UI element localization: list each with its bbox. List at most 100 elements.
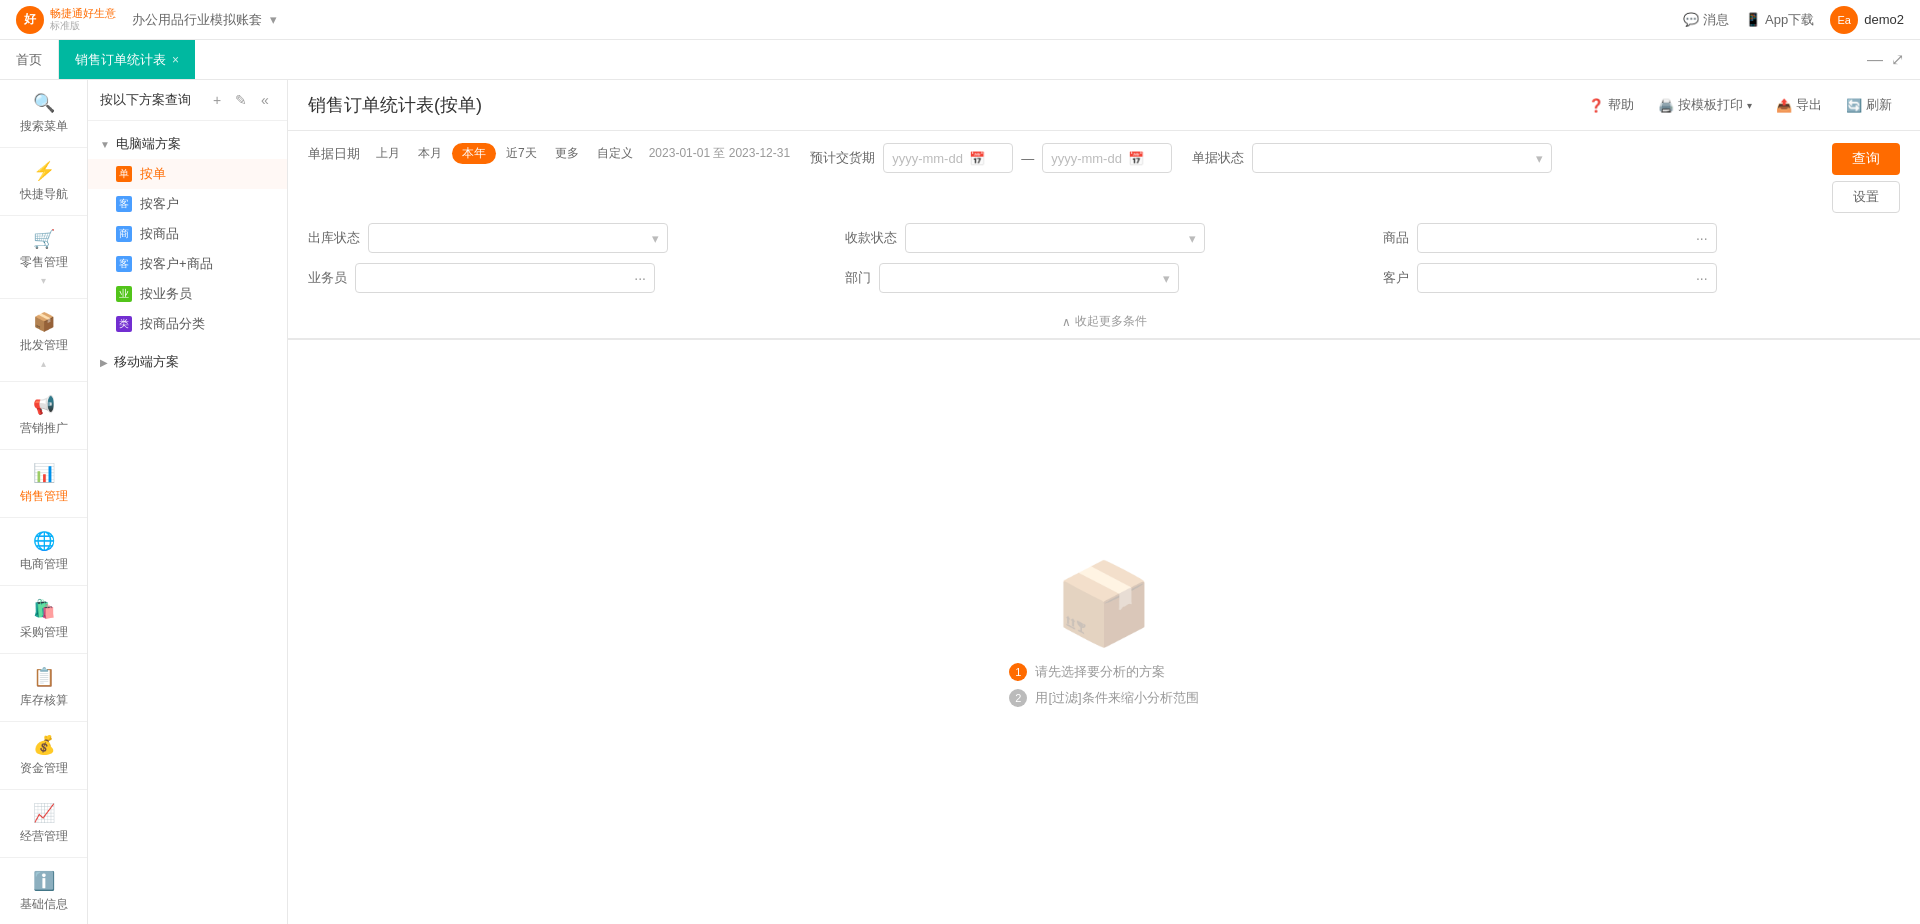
date-shortcut-this-year[interactable]: 本年 bbox=[452, 143, 496, 164]
product-label: 商品 bbox=[1383, 229, 1409, 247]
sidebar-item-inventory[interactable]: 📋 库存核算 bbox=[0, 654, 87, 722]
customer-label: 客户 bbox=[1383, 269, 1409, 287]
refresh-button[interactable]: 🔄 刷新 bbox=[1838, 92, 1900, 118]
status-label: 单据状态 bbox=[1192, 149, 1244, 167]
sidebar-item-purchase[interactable]: 🛍️ 采购管理 bbox=[0, 586, 87, 654]
app-download-button[interactable]: 📱 App下载 bbox=[1745, 11, 1814, 29]
tab-close-button[interactable]: × bbox=[172, 53, 179, 67]
sidebar-item-marketing[interactable]: 📢 营销推广 bbox=[0, 382, 87, 450]
message-button[interactable]: 💬 消息 bbox=[1683, 11, 1729, 29]
download-icon: 📱 bbox=[1745, 12, 1761, 27]
date-range-display: 2023-01-01 至 2023-12-31 bbox=[649, 145, 790, 162]
status-select[interactable]: ▾ bbox=[1252, 143, 1552, 173]
user-name: demo2 bbox=[1864, 12, 1904, 27]
collapse-icon: ∧ bbox=[1062, 315, 1071, 329]
sidebar-item-ecommerce[interactable]: 🌐 电商管理 bbox=[0, 518, 87, 586]
query-button[interactable]: 查询 bbox=[1832, 143, 1900, 175]
salesperson-label: 业务员 bbox=[308, 269, 347, 287]
salesperson-more-icon[interactable]: ··· bbox=[634, 270, 646, 286]
department-filter-group: 部门 ▾ bbox=[845, 263, 1362, 293]
pc-scheme-header[interactable]: ▼ 电脑端方案 bbox=[88, 129, 287, 159]
refresh-icon: 🔄 bbox=[1846, 98, 1862, 113]
receipt-status-select[interactable]: ▾ bbox=[905, 223, 1205, 253]
sidebar-item-wholesale[interactable]: 📦 批发管理 ▴ bbox=[0, 299, 87, 382]
sidebar: 🔍 搜索菜单 ⚡ 快捷导航 🛒 零售管理 ▾ 📦 批发管理 ▴ 📢 营销推广 📊… bbox=[0, 80, 88, 924]
print-button[interactable]: 🖨️ 按模板打印 ▾ bbox=[1650, 92, 1760, 118]
collapse-panel-button[interactable]: « bbox=[255, 90, 275, 110]
sidebar-item-retail[interactable]: 🛒 零售管理 ▾ bbox=[0, 216, 87, 299]
date-shortcut-custom[interactable]: 自定义 bbox=[589, 143, 641, 164]
scheme-label-by-product: 按商品 bbox=[140, 225, 179, 243]
product-more-icon[interactable]: ··· bbox=[1696, 230, 1708, 246]
page-header: 销售订单统计表(按单) ❓ 帮助 🖨️ 按模板打印 ▾ 📤 导出 bbox=[288, 80, 1920, 131]
filter-row-3: 业务员 ··· 部门 ▾ bbox=[308, 263, 1900, 293]
date-shortcut-this-month[interactable]: 本月 bbox=[410, 143, 450, 164]
scheme-item-by-customer-product[interactable]: 客 按客户+商品 bbox=[88, 249, 287, 279]
scheme-label-by-customer-product: 按客户+商品 bbox=[140, 255, 213, 273]
export-button[interactable]: 📤 导出 bbox=[1768, 92, 1830, 118]
print-icon: 🖨️ bbox=[1658, 98, 1674, 113]
customer-select[interactable]: ··· bbox=[1417, 263, 1717, 293]
scheme-item-by-customer[interactable]: 客 按客户 bbox=[88, 189, 287, 219]
empty-state: 📦 1 请先选择要分析的方案 2 用[过滤]条件来缩小分析范围 bbox=[288, 340, 1920, 924]
operations-icon: 📈 bbox=[33, 802, 55, 824]
help-button[interactable]: ❓ 帮助 bbox=[1580, 92, 1642, 118]
tab-home[interactable]: 首页 bbox=[0, 40, 59, 79]
expected-date-end[interactable]: yyyy-mm-dd 📅 bbox=[1042, 143, 1172, 173]
sidebar-item-basic[interactable]: ℹ️ 基础信息 bbox=[0, 858, 87, 924]
content-area: 按以下方案查询 + ✎ « ▼ 电脑端方案 单 按单 客 按客户 bbox=[88, 80, 1920, 924]
tabbar: 首页 销售订单统计表 × — ⤢ bbox=[0, 40, 1920, 80]
user-area[interactable]: Ea demo2 bbox=[1830, 6, 1904, 34]
sidebar-item-sales[interactable]: 📊 销售管理 bbox=[0, 450, 87, 518]
salesperson-select[interactable]: ··· bbox=[355, 263, 655, 293]
print-dropdown-icon[interactable]: ▾ bbox=[1747, 100, 1752, 111]
tabbar-right: — ⤢ bbox=[1867, 50, 1920, 69]
logo-icon: 好 bbox=[16, 6, 44, 34]
sidebar-item-quick[interactable]: ⚡ 快捷导航 bbox=[0, 148, 87, 216]
filter-section: 单据日期 上月 本月 本年 近7天 更多 自定义 2023-01-01 至 20… bbox=[288, 131, 1920, 340]
add-scheme-button[interactable]: + bbox=[207, 90, 227, 110]
quick-icon: ⚡ bbox=[33, 160, 55, 182]
department-select[interactable]: ▾ bbox=[879, 263, 1179, 293]
tab-sales-order[interactable]: 销售订单统计表 × bbox=[59, 40, 195, 79]
tip-number-1: 1 bbox=[1009, 663, 1027, 681]
date-shortcut-7days[interactable]: 近7天 bbox=[498, 143, 545, 164]
product-select[interactable]: ··· bbox=[1417, 223, 1717, 253]
empty-illustration: 📦 bbox=[1054, 557, 1154, 651]
sidebar-item-search[interactable]: 🔍 搜索菜单 bbox=[0, 80, 87, 148]
expected-date-label: 预计交货期 bbox=[810, 149, 875, 167]
receipt-status-label: 收款状态 bbox=[845, 229, 897, 247]
app-title-dropdown[interactable]: ▾ bbox=[270, 12, 277, 27]
search-icon: 🔍 bbox=[33, 92, 55, 114]
department-label: 部门 bbox=[845, 269, 871, 287]
scheme-item-by-order[interactable]: 单 按单 bbox=[88, 159, 287, 189]
empty-tip-1: 1 请先选择要分析的方案 bbox=[1009, 663, 1198, 681]
date-shortcut-last-month[interactable]: 上月 bbox=[368, 143, 408, 164]
edit-scheme-button[interactable]: ✎ bbox=[231, 90, 251, 110]
scheme-item-by-product[interactable]: 商 按商品 bbox=[88, 219, 287, 249]
basic-icon: ℹ️ bbox=[33, 870, 55, 892]
scheme-item-by-product-category[interactable]: 类 按商品分类 bbox=[88, 309, 287, 339]
settings-button[interactable]: 设置 bbox=[1832, 181, 1900, 213]
sales-icon: 📊 bbox=[33, 462, 55, 484]
salesperson-filter-group: 业务员 ··· bbox=[308, 263, 825, 293]
sidebar-item-finance[interactable]: 💰 资金管理 bbox=[0, 722, 87, 790]
date-label: 单据日期 bbox=[308, 145, 360, 163]
expected-date-start[interactable]: yyyy-mm-dd 📅 bbox=[883, 143, 1013, 173]
mobile-scheme-header[interactable]: ▶ 移动端方案 bbox=[88, 347, 287, 377]
customer-more-icon[interactable]: ··· bbox=[1696, 270, 1708, 286]
scheme-item-by-salesperson[interactable]: 业 按业务员 bbox=[88, 279, 287, 309]
filter-row-2: 出库状态 ▾ 收款状态 ▾ bbox=[308, 223, 1900, 253]
topbar-right: 💬 消息 📱 App下载 Ea demo2 bbox=[1683, 6, 1904, 34]
sidebar-item-operations[interactable]: 📈 经营管理 bbox=[0, 790, 87, 858]
empty-tips: 1 请先选择要分析的方案 2 用[过滤]条件来缩小分析范围 bbox=[1009, 663, 1198, 707]
date-shortcut-more[interactable]: 更多 bbox=[547, 143, 587, 164]
logo-text: 畅捷通好生意 标准版 bbox=[50, 7, 116, 32]
pc-scheme-section: ▼ 电脑端方案 单 按单 客 按客户 商 按商品 客 按客户+商品 bbox=[88, 121, 287, 347]
maximize-button[interactable]: ⤢ bbox=[1891, 50, 1904, 69]
minimize-button[interactable]: — bbox=[1867, 51, 1883, 69]
delivery-status-select[interactable]: ▾ bbox=[368, 223, 668, 253]
pc-section-label: 电脑端方案 bbox=[116, 135, 181, 153]
collapse-bar[interactable]: ∧ 收起更多条件 bbox=[288, 305, 1920, 339]
scheme-label-by-salesperson: 按业务员 bbox=[140, 285, 192, 303]
